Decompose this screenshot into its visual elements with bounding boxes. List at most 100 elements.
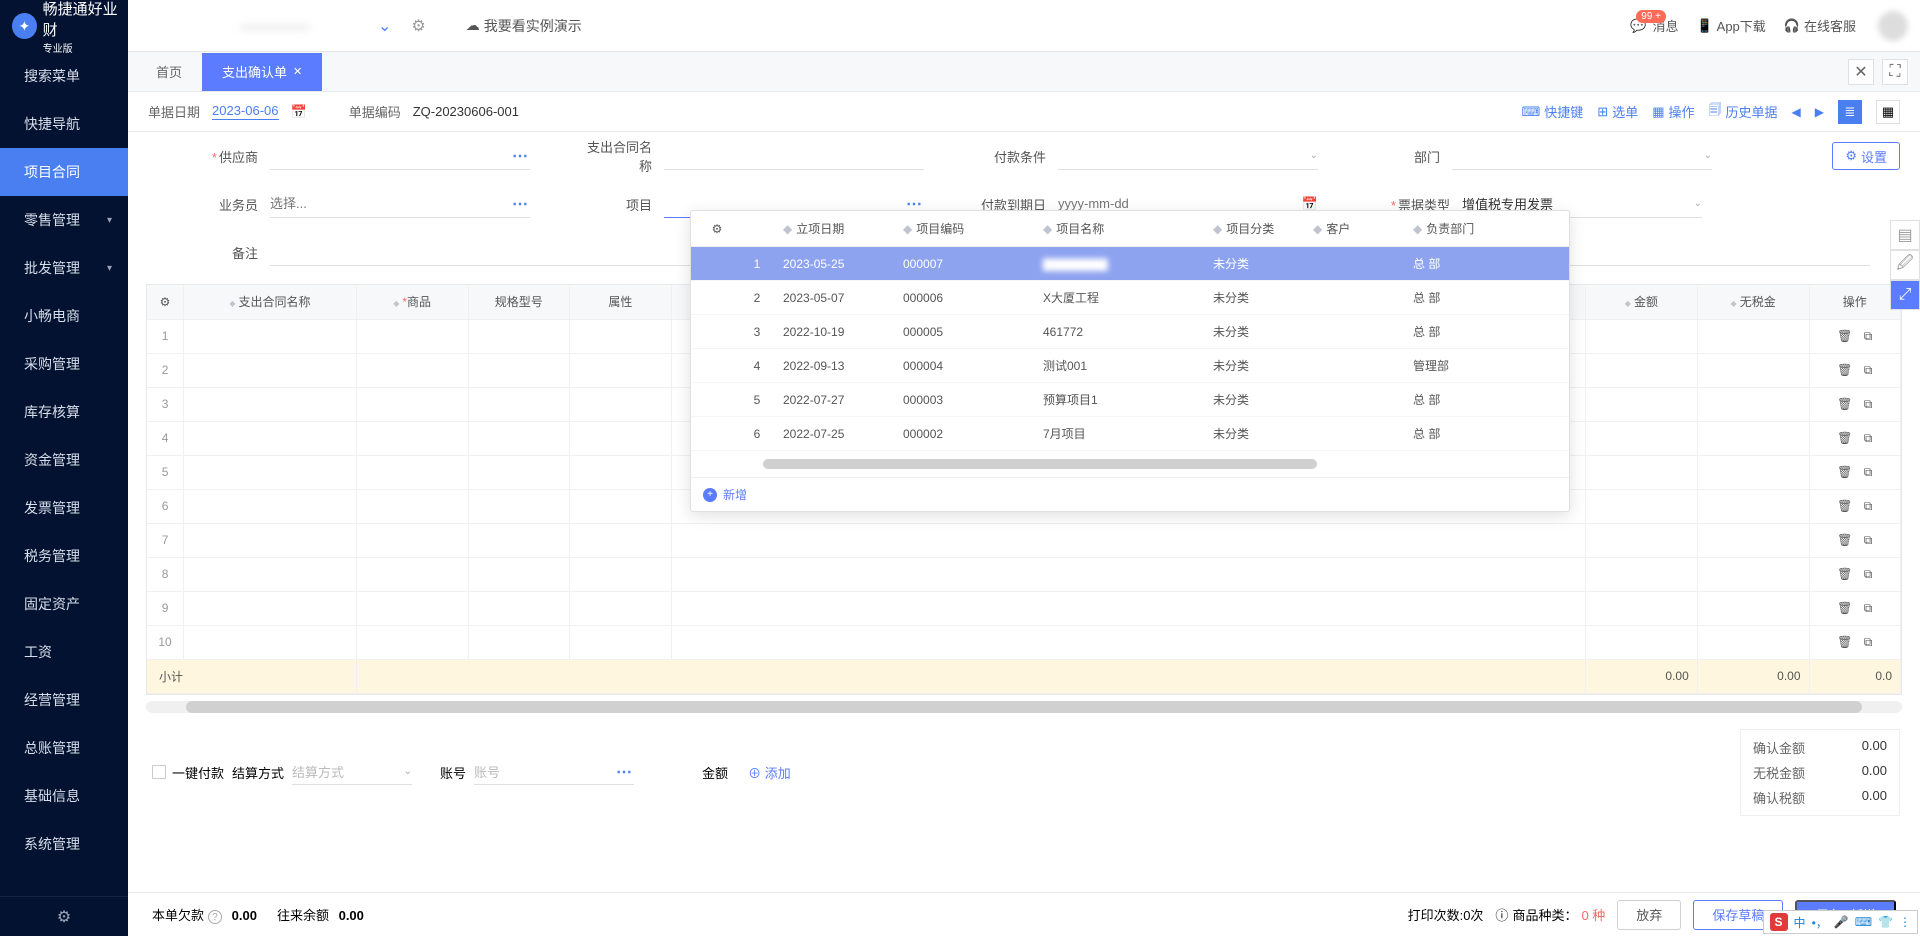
sidebar-item-8[interactable]: 资金管理 [0, 436, 128, 484]
ime-punct-icon[interactable]: •， [1812, 914, 1828, 931]
copy-row-icon[interactable]: ⧉ [1864, 431, 1873, 445]
gear-icon[interactable]: ⚙ [411, 16, 425, 36]
copy-row-icon[interactable]: ⧉ [1864, 329, 1873, 343]
dropdown-col-header[interactable]: ◆负责部门 [1401, 220, 1511, 237]
ime-toolbar[interactable]: S 中 •， 🎤 ⌨ 👕 ⋮ [1763, 910, 1918, 934]
dropdown-row[interactable]: 62022-07-250000027月项目未分类总 部 [691, 417, 1569, 451]
chevron-down-icon[interactable]: ⌄ [1704, 150, 1712, 161]
delete-row-icon[interactable]: 🗑 [1837, 533, 1852, 547]
more-icon[interactable]: ⋯ [512, 146, 530, 166]
info-icon[interactable]: ⓘ [1495, 905, 1508, 924]
more-icon[interactable]: ⋯ [512, 194, 530, 214]
delete-row-icon[interactable]: 🗑 [1837, 329, 1852, 343]
gear-icon[interactable]: ⚙ [712, 222, 723, 236]
sidebar-item-16[interactable]: 系统管理 [0, 820, 128, 868]
ime-s-icon[interactable]: S [1770, 913, 1788, 931]
ime-keyboard-icon[interactable]: ⌨ [1855, 915, 1872, 929]
horizontal-scrollbar[interactable] [146, 701, 1902, 713]
dropdown-col-header[interactable]: ◆客户 [1301, 220, 1401, 237]
dropdown-horizontal-scrollbar[interactable] [703, 459, 1557, 469]
account-input[interactable]: 账号⋯ [474, 759, 634, 785]
dropdown-row[interactable]: 42022-09-13000004测试001未分类管理部 [691, 349, 1569, 383]
sidebar-item-12[interactable]: 工资 [0, 628, 128, 676]
app-download-button[interactable]: 📱 App下载 [1696, 16, 1765, 35]
delete-row-icon[interactable]: 🗑 [1837, 363, 1852, 377]
close-all-button[interactable]: ✕ [1848, 59, 1874, 85]
sidebar-item-10[interactable]: 税务管理 [0, 532, 128, 580]
close-icon[interactable]: ✕ [293, 65, 302, 78]
add-button[interactable]: ⊕ 添加 [748, 763, 791, 782]
payment-terms-input[interactable]: ⌄ [1058, 142, 1318, 170]
sidebar-item-4[interactable]: 批发管理▾ [0, 244, 128, 292]
col-amount[interactable]: 金额 [1634, 295, 1658, 309]
delete-row-icon[interactable]: 🗑 [1837, 499, 1852, 513]
sidebar-item-14[interactable]: 总账管理 [0, 724, 128, 772]
table-row[interactable]: 8 🗑 ⧉ [147, 557, 1901, 591]
avatar[interactable] [1878, 11, 1908, 41]
history-button[interactable]: 🗐 历史单据 [1709, 101, 1778, 123]
add-new-project-button[interactable]: + 新增 [691, 477, 1569, 511]
dropdown-row[interactable]: 32022-10-19000005461772未分类总 部 [691, 315, 1569, 349]
shortcut-button[interactable]: ⌨ 快捷键 [1522, 102, 1584, 121]
delete-row-icon[interactable]: 🗑 [1837, 601, 1852, 615]
supplier-input[interactable]: ⋯ [270, 142, 530, 170]
right-tab-2[interactable]: 🖉 [1890, 250, 1920, 280]
more-icon[interactable]: ⋯ [616, 762, 634, 782]
chevron-down-icon[interactable]: ⌄ [1310, 150, 1318, 161]
next-button[interactable]: ▶ [1815, 105, 1824, 119]
delete-row-icon[interactable]: 🗑 [1837, 397, 1852, 411]
support-button[interactable]: 🎧 在线客服 [1784, 16, 1856, 35]
sidebar-item-15[interactable]: 基础信息 [0, 772, 128, 820]
onekey-pay-checkbox[interactable] [152, 765, 166, 779]
sidebar-item-2[interactable]: 项目合同 [0, 148, 128, 196]
view-card-button[interactable]: ▦ [1876, 100, 1900, 124]
company-selector[interactable]: ————— [180, 18, 370, 34]
doc-date-value[interactable]: 2023-06-06 [212, 103, 279, 120]
prev-button[interactable]: ◀ [1792, 105, 1801, 119]
col-product[interactable]: 商品 [407, 295, 431, 309]
chevron-down-icon[interactable]: ⌄ [404, 766, 412, 777]
copy-row-icon[interactable]: ⧉ [1864, 465, 1873, 479]
copy-row-icon[interactable]: ⧉ [1864, 635, 1873, 649]
sidebar-item-7[interactable]: 库存核算 [0, 388, 128, 436]
sidebar-item-11[interactable]: 固定资产 [0, 580, 128, 628]
right-tab-1[interactable]: ▤ [1890, 220, 1920, 250]
table-row[interactable]: 10 🗑 ⧉ [147, 625, 1901, 659]
sidebar-item-0[interactable]: 搜索菜单 [0, 52, 128, 100]
view-list-button[interactable]: ≣ [1838, 100, 1862, 124]
dropdown-row[interactable]: 52022-07-27000003预算项目1未分类总 部 [691, 383, 1569, 417]
sidebar-item-1[interactable]: 快捷导航 [0, 100, 128, 148]
ime-lang[interactable]: 中 [1794, 914, 1806, 931]
delete-row-icon[interactable]: 🗑 [1837, 567, 1852, 581]
dropdown-col-header[interactable]: ◆项目名称 [1031, 220, 1201, 237]
dropdown-row[interactable]: 22023-05-07000006X大厦工程未分类总 部 [691, 281, 1569, 315]
settings-button[interactable]: ⚙ 设置 [1832, 142, 1900, 170]
gear-icon[interactable]: ⚙ [57, 907, 71, 927]
chevron-down-icon[interactable]: ⌄ [1694, 198, 1702, 209]
tab-home[interactable]: 首页 [136, 53, 202, 91]
sidebar-item-3[interactable]: 零售管理▾ [0, 196, 128, 244]
copy-row-icon[interactable]: ⧉ [1864, 601, 1873, 615]
dropdown-row[interactable]: 12023-05-25000007▇▇▇▇▇▇▇未分类总 部 [691, 247, 1569, 281]
copy-row-icon[interactable]: ⧉ [1864, 499, 1873, 513]
dropdown-col-header[interactable]: ◆项目编码 [891, 220, 1031, 237]
chevron-down-icon[interactable]: ⌄ [378, 16, 391, 36]
table-row[interactable]: 7 🗑 ⧉ [147, 523, 1901, 557]
demo-link[interactable]: ☁ 我要看实例演示 [466, 16, 582, 36]
delete-row-icon[interactable]: 🗑 [1837, 465, 1852, 479]
sidebar-item-9[interactable]: 发票管理 [0, 484, 128, 532]
messages-button[interactable]: 💬 99 + 消息 [1630, 16, 1678, 35]
calendar-icon[interactable]: 📅 [291, 104, 307, 120]
copy-row-icon[interactable]: ⧉ [1864, 397, 1873, 411]
contract-name-input[interactable] [664, 142, 924, 170]
salesperson-input[interactable]: ⋯ [270, 190, 530, 218]
expand-button[interactable]: ⛶ [1882, 59, 1908, 85]
right-tab-3[interactable]: ⤢ [1890, 280, 1920, 310]
sidebar-item-13[interactable]: 经营管理 [0, 676, 128, 724]
copy-row-icon[interactable]: ⧉ [1864, 567, 1873, 581]
delete-row-icon[interactable]: 🗑 [1837, 431, 1852, 445]
operate-button[interactable]: ▦ 操作 [1652, 102, 1694, 121]
col-notax[interactable]: 无税金 [1740, 295, 1776, 309]
gear-icon[interactable]: ⚙ [160, 295, 171, 309]
select-bill-button[interactable]: ⊞ 选单 [1597, 102, 1638, 121]
